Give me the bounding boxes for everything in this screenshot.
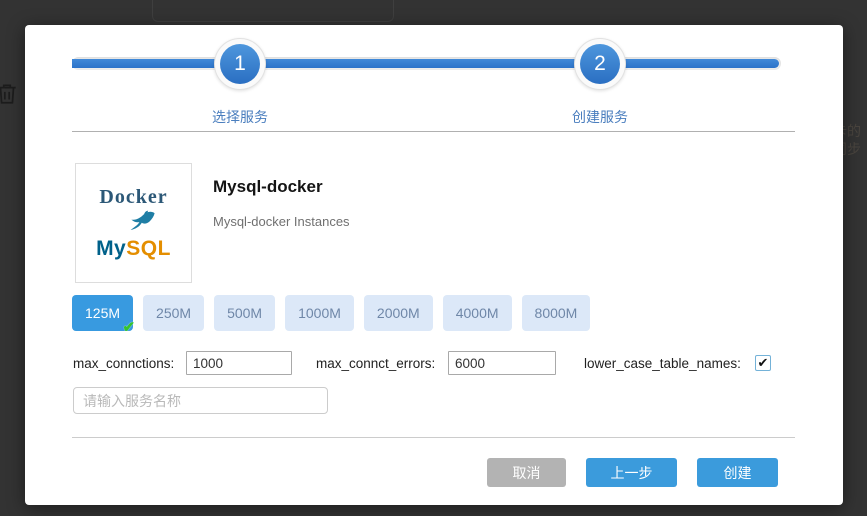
wizard-step-2-label: 创建服务 bbox=[572, 109, 628, 125]
memory-option-label: 250M bbox=[156, 305, 192, 321]
footer-divider bbox=[72, 437, 795, 438]
service-logo: Docker MySQL bbox=[75, 163, 192, 283]
wizard-step-2[interactable]: 2 bbox=[574, 38, 626, 90]
memory-option-500m[interactable]: 500M bbox=[214, 295, 276, 331]
mysql-logo-text: MySQL bbox=[96, 237, 171, 261]
checkbox-check-icon: ✔ bbox=[757, 355, 769, 370]
trash-icon bbox=[0, 80, 20, 106]
memory-option-label: 500M bbox=[227, 305, 263, 321]
wizard-step-1[interactable]: 1 bbox=[214, 38, 266, 90]
cancel-button[interactable]: 取消 bbox=[487, 458, 566, 487]
footer-actions: 取消 上一步 创建 bbox=[487, 458, 778, 487]
memory-option-label: 8000M bbox=[534, 305, 578, 321]
memory-option-label: 1000M bbox=[298, 305, 341, 321]
lower-case-table-names-label: lower_case_table_names: bbox=[584, 356, 741, 371]
background-button-outline bbox=[152, 0, 394, 22]
memory-option-2000m[interactable]: 2000M bbox=[363, 295, 433, 331]
docker-logo-text: Docker bbox=[99, 185, 168, 208]
memory-option-label: 4000M bbox=[455, 305, 499, 321]
max-connect-errors-label: max_connct_errors: bbox=[316, 356, 436, 371]
max-connections-input[interactable] bbox=[186, 351, 292, 375]
create-button[interactable]: 创建 bbox=[697, 458, 778, 487]
service-name-input[interactable] bbox=[73, 387, 328, 414]
header-divider bbox=[72, 131, 795, 132]
previous-step-button[interactable]: 上一步 bbox=[586, 458, 677, 487]
wizard-step-1-label: 选择服务 bbox=[212, 109, 268, 125]
wizard-step-2-number: 2 bbox=[580, 44, 620, 84]
max-connect-errors-input[interactable] bbox=[448, 351, 556, 375]
service-title: Mysql-docker bbox=[213, 177, 323, 196]
memory-options-row: 125M ✔ 250M 500M 1000M 2000M 4000M 8000M bbox=[72, 295, 591, 336]
memory-option-250m[interactable]: 250M bbox=[143, 295, 205, 331]
memory-option-4000m[interactable]: 4000M bbox=[442, 295, 512, 331]
wizard-progress-track bbox=[72, 57, 781, 70]
create-service-dialog: 1 2 选择服务 创建服务 Docker MySQL Mysql-docker … bbox=[25, 25, 843, 505]
memory-option-1000m[interactable]: 1000M bbox=[285, 295, 354, 331]
lower-case-table-names-checkbox[interactable]: ✔ bbox=[755, 355, 771, 371]
memory-option-label: 125M bbox=[85, 305, 121, 321]
service-subtitle: Mysql-docker Instances bbox=[213, 214, 350, 229]
memory-option-label: 2000M bbox=[376, 305, 420, 321]
mysql-logo-sql: SQL bbox=[126, 236, 171, 260]
mysql-logo-my: My bbox=[96, 236, 127, 260]
memory-option-8000m[interactable]: 8000M bbox=[521, 295, 591, 331]
wizard-progress-fill bbox=[72, 59, 779, 68]
max-connections-label: max_connctions: bbox=[73, 356, 175, 371]
wizard-step-1-number: 1 bbox=[220, 44, 260, 84]
selected-check-icon: ✔ bbox=[122, 319, 136, 336]
mysql-dolphin-icon bbox=[125, 210, 157, 239]
memory-option-125m[interactable]: 125M ✔ bbox=[72, 295, 135, 336]
